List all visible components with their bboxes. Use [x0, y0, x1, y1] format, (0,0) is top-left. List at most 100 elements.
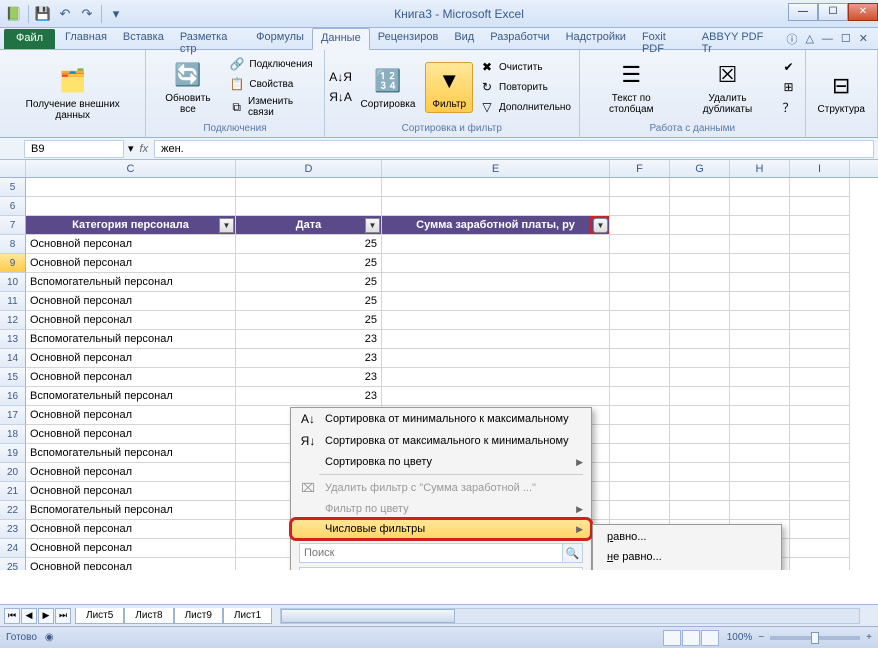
ribbon-tab[interactable]: Вид	[446, 28, 482, 49]
cell[interactable]	[730, 178, 790, 197]
cell[interactable]	[730, 482, 790, 501]
whatif-button[interactable]: ？	[779, 98, 799, 116]
cell[interactable]: Основной персонал	[26, 235, 236, 254]
minimize-ribbon-icon[interactable]: △	[805, 32, 813, 45]
clear-filter-button[interactable]: ✖Очистить	[477, 58, 573, 76]
row-header[interactable]: 8	[0, 235, 26, 254]
cell[interactable]	[730, 349, 790, 368]
select-all-corner[interactable]	[0, 160, 26, 177]
cell[interactable]: Основной персонал	[26, 558, 236, 570]
cell[interactable]: 23	[236, 387, 382, 406]
macro-record-icon[interactable]: ◉	[45, 632, 54, 643]
cell[interactable]	[610, 197, 670, 216]
row-header[interactable]: 11	[0, 292, 26, 311]
row-header[interactable]: 24	[0, 539, 26, 558]
cell[interactable]	[670, 444, 730, 463]
cell[interactable]	[790, 558, 850, 570]
row-header[interactable]: 9	[0, 254, 26, 273]
cell[interactable]	[382, 235, 610, 254]
ribbon-tab[interactable]: Вставка	[115, 28, 172, 49]
zoom-level[interactable]: 100%	[727, 632, 753, 643]
cell[interactable]	[730, 406, 790, 425]
cell[interactable]	[610, 273, 670, 292]
cell[interactable]	[730, 387, 790, 406]
cell[interactable]	[670, 463, 730, 482]
cell[interactable]	[670, 425, 730, 444]
row-header[interactable]: 5	[0, 178, 26, 197]
row-header[interactable]: 20	[0, 463, 26, 482]
cell[interactable]: Вспомогательный персонал	[26, 501, 236, 520]
undo-icon[interactable]: ↶	[55, 4, 75, 24]
cell[interactable]	[610, 349, 670, 368]
row-header[interactable]: 14	[0, 349, 26, 368]
cell[interactable]: Основной персонал	[26, 311, 236, 330]
submenu-item[interactable]: больше...	[593, 567, 781, 570]
cell[interactable]	[790, 235, 850, 254]
cell[interactable]	[670, 406, 730, 425]
cell[interactable]: Основной персонал	[26, 482, 236, 501]
cell[interactable]: Сумма заработной платы, ру▼	[382, 216, 610, 235]
cell[interactable]	[730, 425, 790, 444]
cell[interactable]	[730, 330, 790, 349]
cell[interactable]: Основной персонал	[26, 406, 236, 425]
cell[interactable]	[790, 273, 850, 292]
cell[interactable]	[790, 292, 850, 311]
sort-desc-button[interactable]: Я↓А	[331, 88, 351, 106]
cell[interactable]	[670, 235, 730, 254]
cell[interactable]: 23	[236, 368, 382, 387]
cell[interactable]	[610, 216, 670, 235]
page-break-view-button[interactable]	[701, 630, 719, 646]
cell[interactable]: Вспомогательный персонал	[26, 444, 236, 463]
col-header[interactable]: C	[26, 160, 236, 177]
cell[interactable]	[610, 463, 670, 482]
external-data-button[interactable]: 🗂️ Получение внешних данных	[6, 63, 139, 123]
col-header[interactable]: E	[382, 160, 610, 177]
fx-icon[interactable]: fx	[134, 143, 155, 155]
cell[interactable]: Категория персонала▼	[26, 216, 236, 235]
cell[interactable]: Основной персонал	[26, 425, 236, 444]
cell[interactable]: 25	[236, 235, 382, 254]
cell[interactable]: 25	[236, 311, 382, 330]
minimize-button[interactable]: —	[788, 3, 818, 21]
normal-view-button[interactable]	[663, 630, 681, 646]
filter-button[interactable]: ▼ Фильтр	[425, 62, 473, 113]
sheet-tab[interactable]: Лист1	[223, 608, 272, 624]
ribbon-tab[interactable]: ABBYY PDF Tr	[694, 28, 777, 49]
cell[interactable]	[730, 235, 790, 254]
cell[interactable]	[730, 216, 790, 235]
cell[interactable]	[790, 482, 850, 501]
row-header[interactable]: 15	[0, 368, 26, 387]
cell[interactable]	[382, 368, 610, 387]
ribbon-tab[interactable]: Надстройки	[558, 28, 634, 49]
row-header[interactable]: 23	[0, 520, 26, 539]
cell[interactable]	[670, 330, 730, 349]
cell[interactable]	[730, 368, 790, 387]
advanced-filter-button[interactable]: ▽Дополнительно	[477, 98, 573, 116]
cell[interactable]	[382, 330, 610, 349]
cell[interactable]	[670, 216, 730, 235]
doc-close-icon[interactable]: ✕	[859, 32, 868, 45]
row-header[interactable]: 16	[0, 387, 26, 406]
filter-search-input[interactable]	[299, 543, 563, 563]
cell[interactable]	[730, 197, 790, 216]
name-box[interactable]: B9	[24, 140, 124, 158]
cell[interactable]: Вспомогательный персонал	[26, 387, 236, 406]
cell[interactable]	[730, 463, 790, 482]
row-header[interactable]: 7	[0, 216, 26, 235]
cell[interactable]: Основной персонал	[26, 254, 236, 273]
column-filter-dropdown[interactable]: ▼	[365, 218, 380, 233]
cell[interactable]	[790, 539, 850, 558]
row-header[interactable]: 13	[0, 330, 26, 349]
cell[interactable]	[790, 406, 850, 425]
refresh-all-button[interactable]: 🔄 Обновить все	[152, 57, 223, 117]
remove-duplicates-button[interactable]: ☒ Удалить дубликаты	[680, 57, 774, 117]
ribbon-tab[interactable]: Разметка стр	[172, 28, 248, 49]
row-header[interactable]: 18	[0, 425, 26, 444]
sort-asc-button[interactable]: А↓Я	[331, 68, 351, 86]
redo-icon[interactable]: ↷	[77, 4, 97, 24]
submenu-item[interactable]: не равно...	[593, 547, 781, 567]
cell[interactable]	[610, 368, 670, 387]
connections-button[interactable]: 🔗Подключения	[227, 55, 317, 73]
cell[interactable]	[610, 482, 670, 501]
tab-nav-first[interactable]: ⏮	[4, 608, 20, 624]
